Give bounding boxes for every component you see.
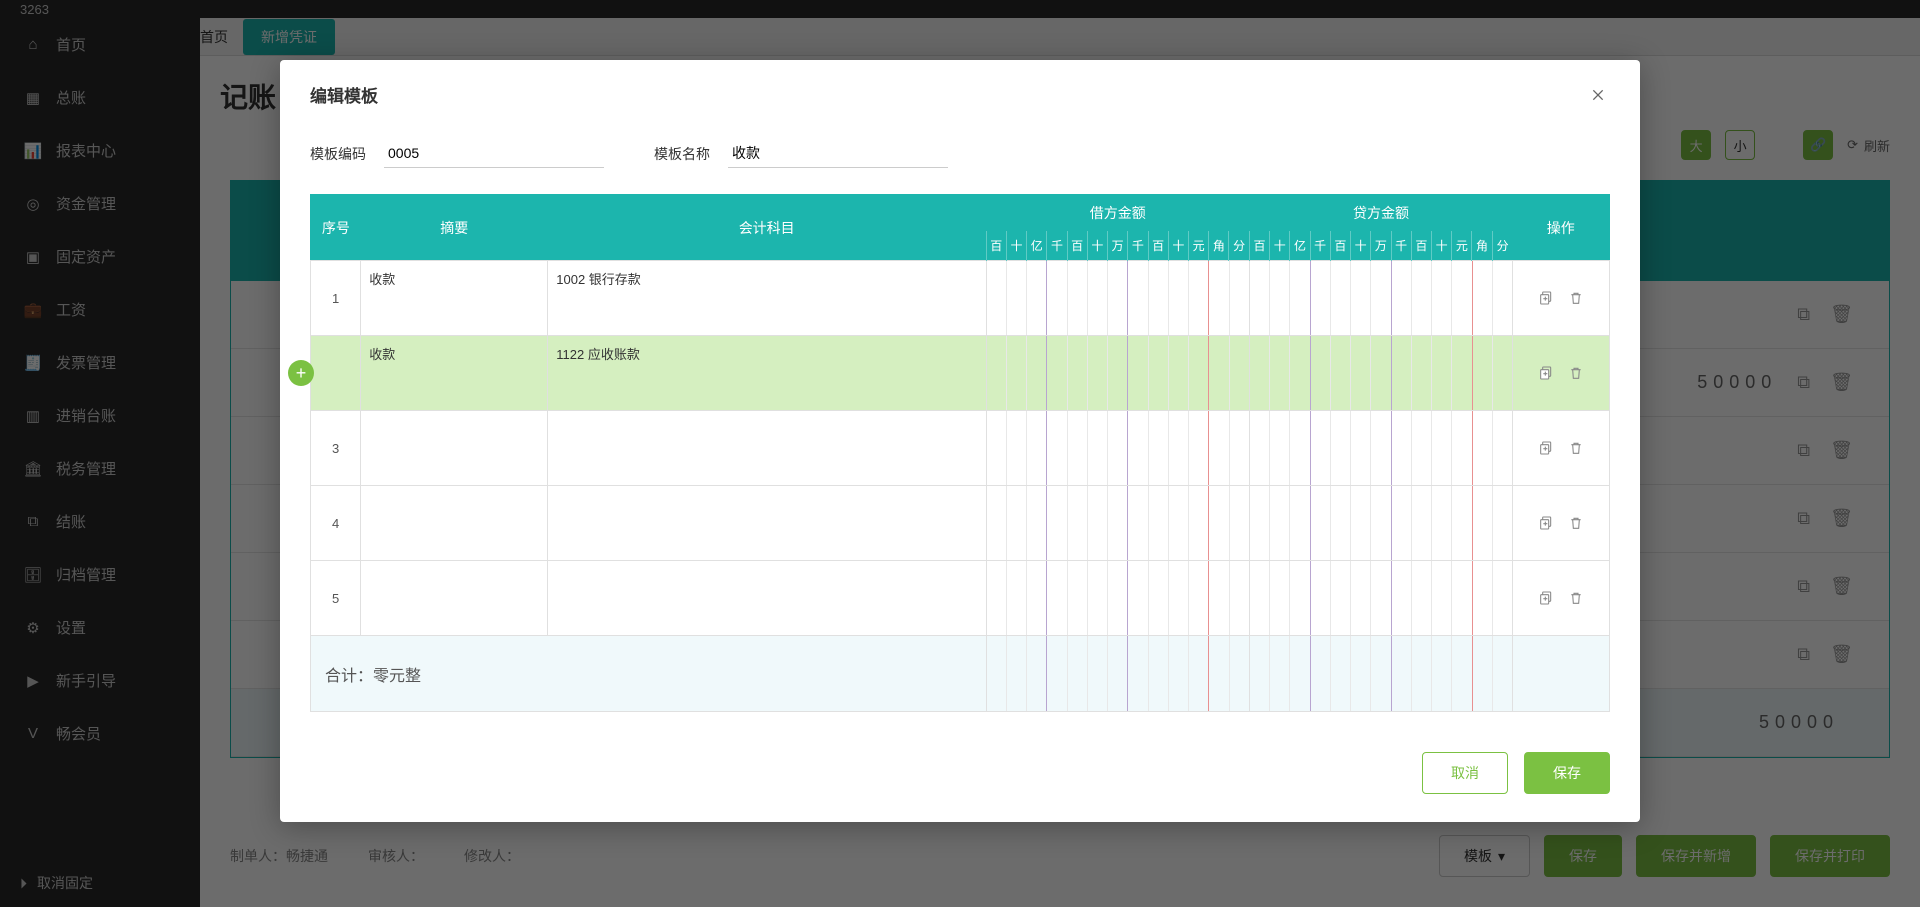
cell-account[interactable]: 1122 应收账款: [548, 336, 986, 411]
th-summary: 摘要: [361, 195, 548, 261]
delete-row-icon[interactable]: [1568, 515, 1584, 531]
table-row[interactable]: +收款1122 应收账款: [311, 336, 1610, 411]
close-icon: [1590, 87, 1606, 103]
save-button[interactable]: 保存: [1524, 752, 1610, 794]
modal-title: 编辑模板: [310, 82, 378, 107]
template-code-input[interactable]: [384, 139, 604, 168]
th-digit: 十: [1351, 231, 1371, 261]
copy-row-icon[interactable]: [1538, 515, 1554, 531]
table-row[interactable]: 4: [311, 486, 1610, 561]
cell-seq: 3: [311, 411, 361, 486]
th-digit: 十: [1270, 231, 1290, 261]
cell-action: [1513, 336, 1610, 411]
delete-row-icon[interactable]: [1568, 365, 1584, 381]
th-digit: 百: [1249, 231, 1269, 261]
cell-seq: 5: [311, 561, 361, 636]
th-account: 会计科目: [548, 195, 986, 261]
th-digit: 千: [1047, 231, 1067, 261]
copy-row-icon[interactable]: [1538, 365, 1554, 381]
th-digit: 分: [1229, 231, 1249, 261]
cell-account[interactable]: [548, 561, 986, 636]
delete-row-icon[interactable]: [1568, 590, 1584, 606]
th-digit: 百: [1148, 231, 1168, 261]
cell-seq: 1: [311, 261, 361, 336]
cell-seq: +: [311, 336, 361, 411]
cell-credit[interactable]: [1249, 336, 1512, 411]
th-digit: 角: [1209, 231, 1229, 261]
table-row[interactable]: 3: [311, 411, 1610, 486]
th-digit: 元: [1188, 231, 1208, 261]
template-table: 序号 摘要 会计科目 借方金额 贷方金额 操作 百十亿千百十万千百十元角分百十亿…: [310, 194, 1610, 712]
cell-account[interactable]: 1002 银行存款: [548, 261, 986, 336]
th-digit: 百: [1067, 231, 1087, 261]
cell-account[interactable]: [548, 486, 986, 561]
cell-summary[interactable]: [361, 486, 548, 561]
th-digit: 万: [1108, 231, 1128, 261]
cell-summary[interactable]: [361, 411, 548, 486]
cell-debit[interactable]: [986, 486, 1249, 561]
th-digit: 十: [1087, 231, 1107, 261]
cell-debit[interactable]: [986, 336, 1249, 411]
copy-row-icon[interactable]: [1538, 290, 1554, 306]
delete-row-icon[interactable]: [1568, 440, 1584, 456]
th-digit: 分: [1492, 231, 1512, 261]
cell-account[interactable]: [548, 411, 986, 486]
th-credit: 贷方金额: [1249, 195, 1512, 231]
th-seq: 序号: [311, 195, 361, 261]
cell-credit[interactable]: [1249, 411, 1512, 486]
cell-action: [1513, 561, 1610, 636]
modal-overlay: 编辑模板 模板编码 模板名称 序号 摘要: [0, 0, 1920, 907]
cell-action: [1513, 261, 1610, 336]
th-action: 操作: [1513, 195, 1610, 261]
cell-seq: 4: [311, 486, 361, 561]
cell-summary[interactable]: 收款: [361, 261, 548, 336]
cell-debit[interactable]: [986, 411, 1249, 486]
table-row[interactable]: 1收款1002 银行存款: [311, 261, 1610, 336]
th-digit: 百: [1411, 231, 1431, 261]
th-digit: 角: [1472, 231, 1492, 261]
cell-action: [1513, 486, 1610, 561]
th-digit: 百: [986, 231, 1006, 261]
copy-row-icon[interactable]: [1538, 590, 1554, 606]
modal-close-button[interactable]: [1586, 83, 1610, 107]
template-code-label: 模板编码: [310, 144, 366, 164]
cancel-button[interactable]: 取消: [1422, 752, 1508, 794]
add-row-button[interactable]: +: [288, 360, 314, 386]
cell-debit[interactable]: [986, 561, 1249, 636]
th-digit: 亿: [1027, 231, 1047, 261]
total-label: 合计：零元整: [311, 636, 987, 712]
cell-debit[interactable]: [986, 261, 1249, 336]
th-debit: 借方金额: [986, 195, 1249, 231]
th-digit: 十: [1168, 231, 1188, 261]
cell-credit[interactable]: [1249, 486, 1512, 561]
cell-action: [1513, 411, 1610, 486]
th-digit: 百: [1330, 231, 1350, 261]
cell-summary[interactable]: [361, 561, 548, 636]
cell-credit[interactable]: [1249, 561, 1512, 636]
th-digit: 千: [1128, 231, 1148, 261]
th-digit: 十: [1006, 231, 1026, 261]
cell-credit[interactable]: [1249, 261, 1512, 336]
table-row[interactable]: 5: [311, 561, 1610, 636]
template-name-label: 模板名称: [654, 144, 710, 164]
edit-template-modal: 编辑模板 模板编码 模板名称 序号 摘要: [280, 60, 1640, 822]
th-digit: 亿: [1290, 231, 1310, 261]
th-digit: 十: [1431, 231, 1451, 261]
th-digit: 万: [1371, 231, 1391, 261]
th-digit: 元: [1452, 231, 1472, 261]
cell-summary[interactable]: 收款: [361, 336, 548, 411]
template-name-input[interactable]: [728, 139, 948, 168]
th-digit: 千: [1310, 231, 1330, 261]
delete-row-icon[interactable]: [1568, 290, 1584, 306]
copy-row-icon[interactable]: [1538, 440, 1554, 456]
th-digit: 千: [1391, 231, 1411, 261]
